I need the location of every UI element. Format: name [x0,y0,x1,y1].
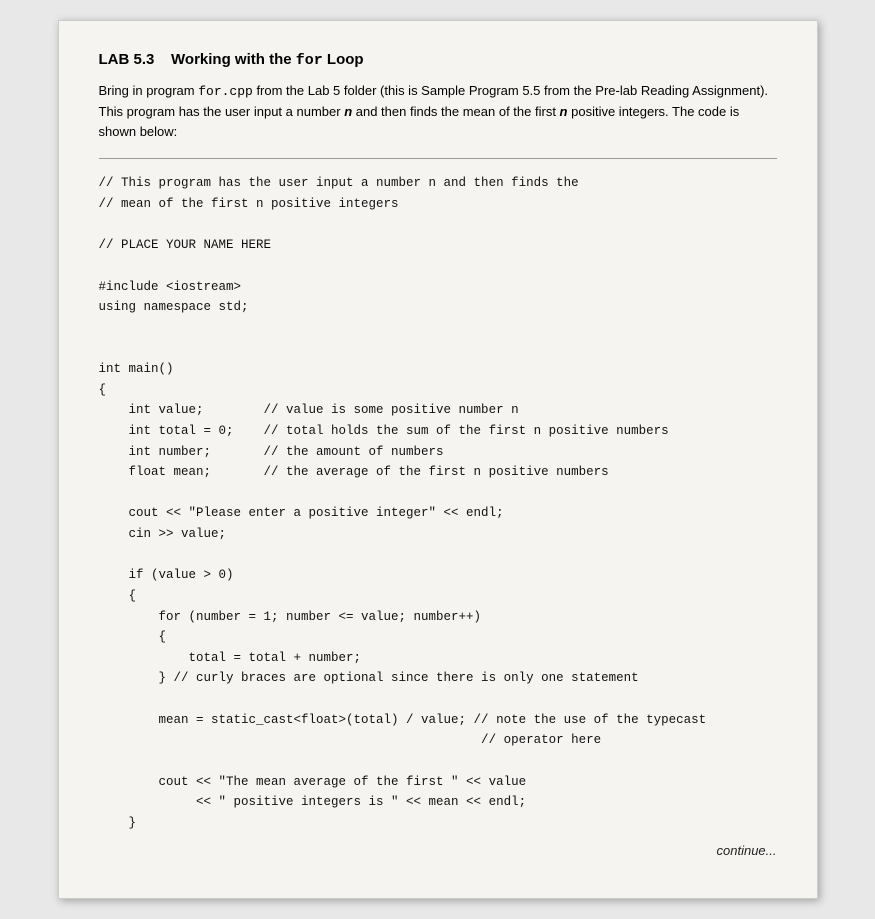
lab-title: LAB 5.3 Working with the for Loop [99,51,777,69]
page: LAB 5.3 Working with the for Loop Bring … [0,0,875,919]
document: LAB 5.3 Working with the for Loop Bring … [58,20,818,899]
intro-paragraph: Bring in program for.cpp from the Lab 5 … [99,81,777,142]
code-block: // This program has the user input a num… [99,173,777,833]
continue-label: continue... [99,843,777,858]
lab-number: LAB 5.3 [99,51,155,68]
lab-title-text: Working with the for Loop [171,51,364,68]
divider [99,158,777,159]
